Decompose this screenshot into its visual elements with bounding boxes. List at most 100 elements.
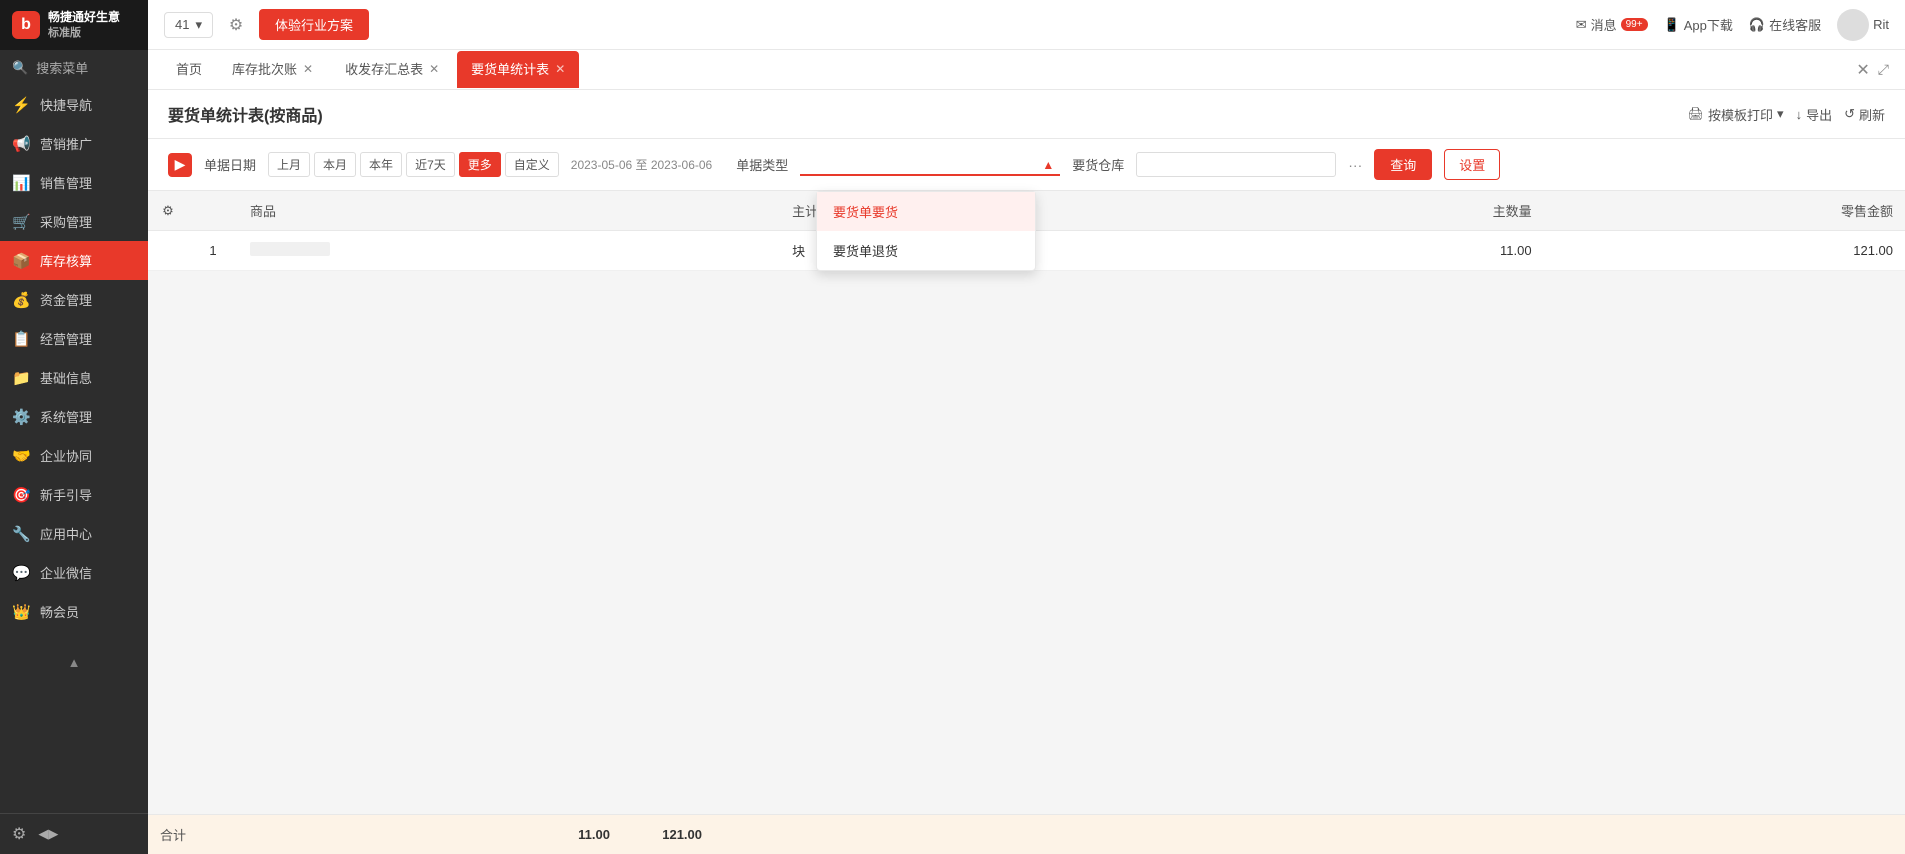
newguide-icon: 🎯 xyxy=(12,486,30,504)
sidebar-item-sysadmin[interactable]: ⚙️ 系统管理 xyxy=(0,397,148,436)
refresh-btn[interactable]: ↺ 刷新 xyxy=(1844,105,1885,124)
headset-icon: 🎧 xyxy=(1749,17,1765,33)
tab-inventory-batch-label: 库存批次账 xyxy=(232,59,297,78)
date-btn-lastmonth[interactable]: 上月 xyxy=(268,152,310,177)
online-service-label: 在线客服 xyxy=(1769,15,1821,34)
tab-home[interactable]: 首页 xyxy=(164,51,214,88)
date-label: 单据日期 xyxy=(204,155,256,174)
warehouse-input[interactable] xyxy=(1136,152,1336,177)
sidebar-item-label: 畅会员 xyxy=(40,602,79,621)
footer-qty: 11.00 xyxy=(530,827,610,842)
industry-btn[interactable]: 体验行业方案 xyxy=(259,9,369,40)
dropdown-item-order-label: 要货单要货 xyxy=(833,205,898,220)
appcenter-icon: 🔧 xyxy=(12,525,30,543)
basicinfo-icon: 📁 xyxy=(12,369,30,387)
tab-summary[interactable]: 收发存汇总表 ✕ xyxy=(331,51,453,88)
table-footer-wrapper: 合计 11.00 121.00 xyxy=(148,814,1905,854)
sidebar-item-management[interactable]: 📋 经营管理 xyxy=(0,319,148,358)
date-btn-7days[interactable]: 近7天 xyxy=(406,152,455,177)
sidebar-item-label: 新手引导 xyxy=(40,485,92,504)
tabs-close-all[interactable]: ✕ xyxy=(1856,60,1869,80)
tab-inventory-batch[interactable]: 库存批次账 ✕ xyxy=(218,51,327,88)
settings-icon[interactable]: ⚙ xyxy=(12,824,26,844)
topbar-gear-button[interactable]: ⚙ xyxy=(221,10,251,40)
main-area: 41 ▾ ⚙ 体验行业方案 ✉ 消息 99+ 📱 App下载 🎧 在线客服 R xyxy=(148,0,1905,854)
export-btn[interactable]: ↓ 导出 xyxy=(1796,105,1833,124)
sidebar-item-sales[interactable]: 📊 销售管理 xyxy=(0,163,148,202)
date-buttons: 上月 本月 本年 近7天 更多 自定义 xyxy=(268,152,559,177)
export-label: 导出 xyxy=(1806,105,1832,124)
print-icon: 🖨 xyxy=(1688,106,1705,122)
date-btn-more[interactable]: 更多 xyxy=(459,152,501,177)
dropdown-item-return-label: 要货单退货 xyxy=(833,244,898,259)
row-num: 1 xyxy=(188,231,238,271)
sidebar-item-basicinfo[interactable]: 📁 基础信息 xyxy=(0,358,148,397)
refresh-label: 刷新 xyxy=(1859,105,1885,124)
row-product xyxy=(238,231,780,271)
sidebar-item-label: 资金管理 xyxy=(40,290,92,309)
dropdown-item-order[interactable]: 要货单要货 xyxy=(817,192,1035,231)
print-label: 按模板打印 xyxy=(1708,105,1773,124)
export-icon: ↓ xyxy=(1796,107,1803,122)
user-avatar[interactable]: Rit xyxy=(1837,9,1889,41)
dropdown-item-return[interactable]: 要货单退货 xyxy=(817,231,1035,270)
footer-amount: 121.00 xyxy=(622,827,702,842)
settings-btn[interactable]: 设置 xyxy=(1444,149,1500,180)
print-btn[interactable]: 🖨 按模板打印 ▾ xyxy=(1688,105,1784,124)
logo-icon: b xyxy=(12,11,40,39)
sidebar-item-label: 销售管理 xyxy=(40,173,92,192)
expand-filter-btn[interactable]: ▶ xyxy=(168,153,192,177)
topbar: 41 ▾ ⚙ 体验行业方案 ✉ 消息 99+ 📱 App下载 🎧 在线客服 R xyxy=(148,0,1905,50)
sidebar-item-finance[interactable]: 💰 资金管理 xyxy=(0,280,148,319)
sidebar-item-inventory[interactable]: 📦 库存核算 xyxy=(0,241,148,280)
col-settings[interactable]: ⚙ xyxy=(148,191,188,231)
sidebar-item-member[interactable]: 👑 畅会员 xyxy=(0,592,148,631)
sidebar-item-purchase[interactable]: 🛒 采购管理 xyxy=(0,202,148,241)
type-select-input[interactable] xyxy=(800,153,1060,176)
sysadmin-icon: ⚙️ xyxy=(12,408,30,426)
message-btn[interactable]: ✉ 消息 99+ xyxy=(1576,15,1648,34)
sidebar-item-label: 快捷导航 xyxy=(40,95,92,114)
store-selector[interactable]: 41 ▾ xyxy=(164,12,213,38)
collapse-icon[interactable]: ◀▶ xyxy=(38,826,58,842)
sidebar-item-label: 基础信息 xyxy=(40,368,92,387)
tabs-actions: ✕ ⤢ xyxy=(1856,60,1889,80)
sidebar-item-wecom[interactable]: 💬 企业微信 xyxy=(0,553,148,592)
sidebar-item-newguide[interactable]: 🎯 新手引导 xyxy=(0,475,148,514)
date-btn-thisyear[interactable]: 本年 xyxy=(360,152,402,177)
page-actions: 🖨 按模板打印 ▾ ↓ 导出 ↺ 刷新 xyxy=(1688,105,1886,124)
more-options-btn[interactable]: ··· xyxy=(1348,157,1362,173)
print-dropdown-icon: ▾ xyxy=(1777,106,1784,122)
tab-inventory-batch-close[interactable]: ✕ xyxy=(303,62,313,76)
sidebar-item-quicknav[interactable]: ⚡ 快捷导航 xyxy=(0,85,148,124)
topbar-left: 41 ▾ ⚙ 体验行业方案 xyxy=(164,9,1564,40)
app-download-btn[interactable]: 📱 App下载 xyxy=(1664,15,1733,34)
tab-order-stats[interactable]: 要货单统计表 ✕ xyxy=(457,51,579,88)
sidebar-item-search[interactable]: 🔍 搜索菜单 xyxy=(0,50,148,85)
sidebar-item-marketing[interactable]: 📢 营销推广 xyxy=(0,124,148,163)
sidebar-item-label: 系统管理 xyxy=(40,407,92,426)
sidebar-item-appcenter[interactable]: 🔧 应用中心 xyxy=(0,514,148,553)
tab-summary-label: 收发存汇总表 xyxy=(345,59,423,78)
sidebar-scroll-up[interactable]: ▲ xyxy=(0,651,148,674)
inventory-icon: 📦 xyxy=(12,252,30,270)
app-icon: 📱 xyxy=(1664,17,1680,33)
tab-order-stats-close[interactable]: ✕ xyxy=(555,62,565,76)
sidebar: b 畅捷通好生意 标准版 🔍 搜索菜单 ⚡ 快捷导航 📢 营销推广 📊 销售管理… xyxy=(0,0,148,854)
online-service-btn[interactable]: 🎧 在线客服 xyxy=(1749,15,1821,34)
tab-summary-close[interactable]: ✕ xyxy=(429,62,439,76)
type-select[interactable]: ▲ xyxy=(800,153,1060,176)
sidebar-footer: ⚙ ◀▶ xyxy=(0,813,148,854)
sidebar-item-enterprise[interactable]: 🤝 企业协同 xyxy=(0,436,148,475)
sidebar-item-label: 企业协同 xyxy=(40,446,92,465)
sidebar-item-label: 采购管理 xyxy=(40,212,92,231)
tabs-expand[interactable]: ⤢ xyxy=(1878,61,1889,78)
date-btn-thismonth[interactable]: 本月 xyxy=(314,152,356,177)
home-label: 首页 xyxy=(176,59,202,78)
date-btn-custom[interactable]: 自定义 xyxy=(505,152,559,177)
message-label: 消息 xyxy=(1591,15,1617,34)
type-dropdown: 要货单要货 要货单退货 xyxy=(816,191,1036,271)
query-btn[interactable]: 查询 xyxy=(1374,149,1432,180)
marketing-icon: 📢 xyxy=(12,135,30,153)
sales-icon: 📊 xyxy=(12,174,30,192)
